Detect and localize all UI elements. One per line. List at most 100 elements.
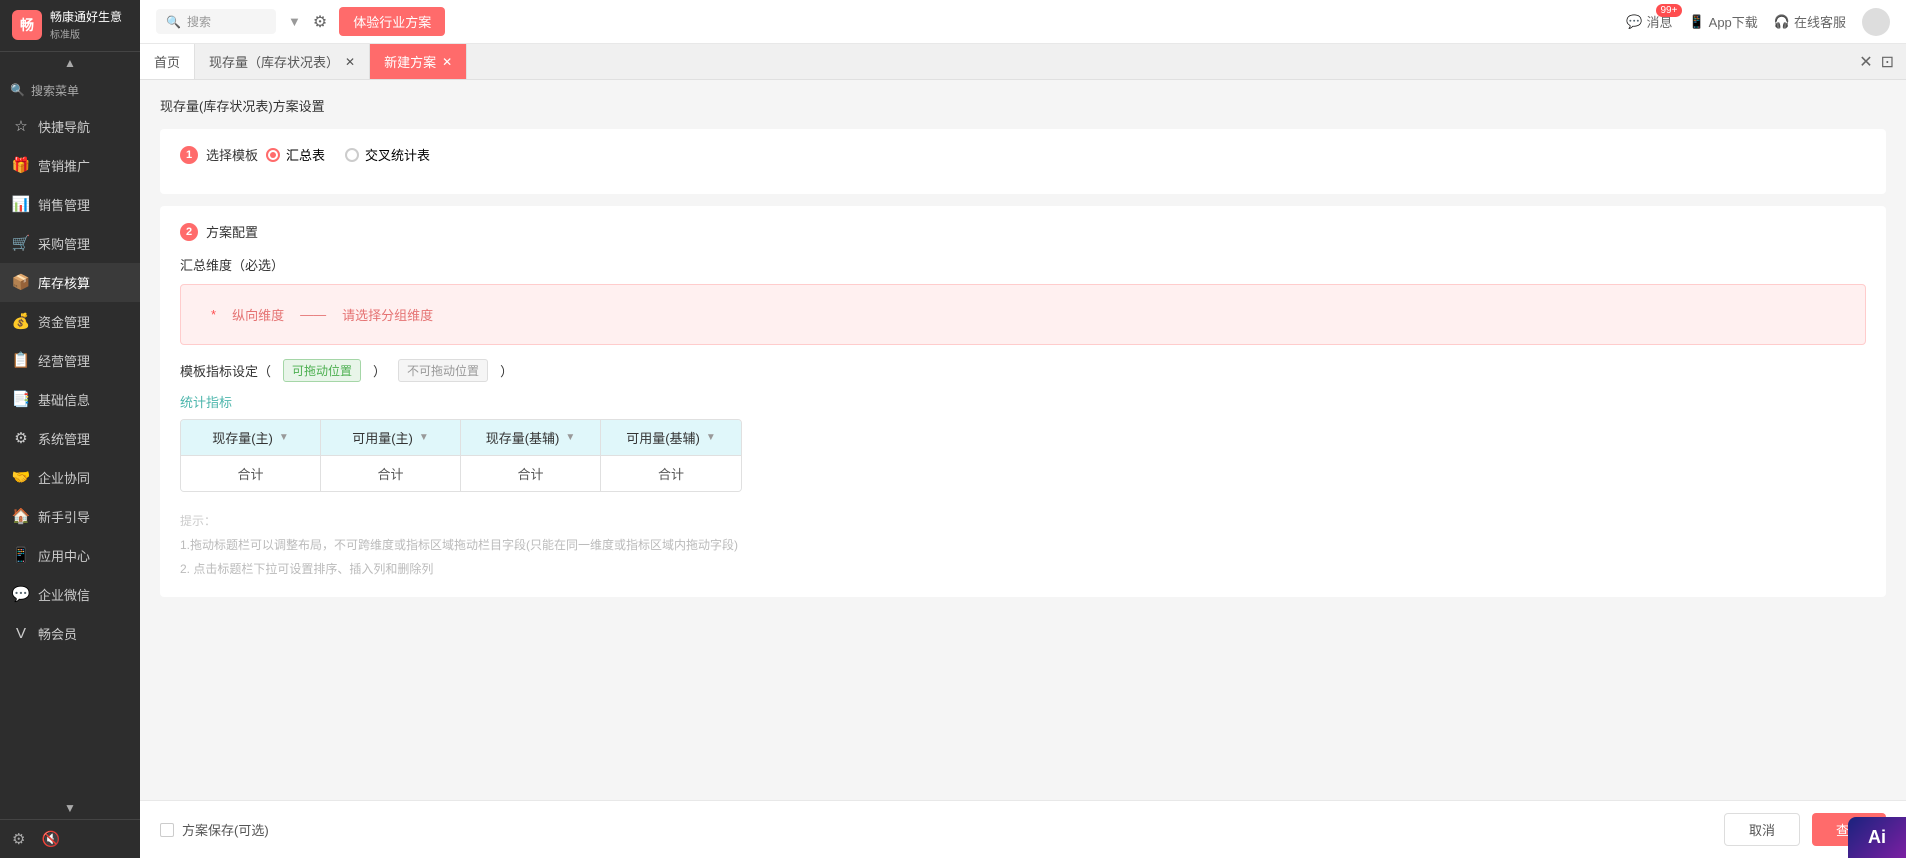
col-available-main-body: 合计 — [321, 456, 460, 491]
marketing-icon: 🎁 — [12, 156, 30, 174]
user-avatar[interactable] — [1862, 8, 1890, 36]
tab-home[interactable]: 首页 — [140, 44, 195, 79]
topbar-gear-icon[interactable]: ⚙ — [313, 12, 327, 32]
sidebar-item-operation[interactable]: 📋 经营管理 — [0, 341, 140, 380]
sidebar-item-basic-info[interactable]: 📑 基础信息 — [0, 380, 140, 419]
col-present-aux-header[interactable]: 现存量(基辅) ▼ — [461, 420, 600, 456]
tabbar: 首页 现存量（库存状况表） ✕ 新建方案 ✕ ✕ ⊡ — [140, 44, 1906, 80]
scheme-save-checkbox[interactable] — [160, 823, 174, 837]
page-title: 现存量(库存状况表)方案设置 — [160, 96, 1886, 115]
stats-table: 现存量(主) ▼ 合计 可用量(主) ▼ 合计 — [180, 419, 742, 492]
tab-new-scheme[interactable]: 新建方案 ✕ — [370, 44, 467, 79]
app-logo-icon: 畅 — [12, 10, 42, 40]
sidebar-item-system[interactable]: ⚙ 系统管理 — [0, 419, 140, 458]
sidebar-item-newbie[interactable]: 🏠 新手引导 — [0, 497, 140, 536]
col-present-aux-chevron[interactable]: ▼ — [565, 432, 575, 443]
dim-separator: —— — [300, 307, 326, 322]
operation-icon: 📋 — [12, 351, 30, 369]
section1-header: 1 选择模板 汇总表 交叉统计表 — [180, 145, 1866, 164]
sidebar-scroll-up[interactable]: ▲ — [0, 52, 140, 74]
sidebar-item-label: 企业微信 — [38, 585, 90, 604]
sidebar-item-enterprise[interactable]: 🤝 企业协同 — [0, 458, 140, 497]
col-present-main-label: 现存量(主) — [212, 428, 273, 447]
settings-icon[interactable]: ⚙ — [12, 830, 25, 848]
sidebar-item-app-center[interactable]: 📱 应用中心 — [0, 536, 140, 575]
col-present-main-header[interactable]: 现存量(主) ▼ — [181, 420, 320, 456]
topbar-app-download[interactable]: 📱 App下载 — [1688, 12, 1757, 31]
quick-nav-icon: ☆ — [12, 117, 30, 135]
sidebar-item-enterprise-wechat[interactable]: 💬 企业微信 — [0, 575, 140, 614]
section2-header: 2 方案配置 — [180, 222, 1866, 241]
section1-number: 1 — [180, 146, 198, 164]
close-tab-icon[interactable]: ✕ — [1859, 52, 1872, 72]
col-present-main[interactable]: 现存量(主) ▼ 合计 — [181, 420, 321, 491]
tips-section: 提示： 1.拖动标题栏可以调整布局，不可跨维度或指标区域拖动栏目字段(只能在同一… — [180, 509, 1866, 581]
sidebar-item-label: 营销推广 — [38, 156, 90, 175]
basic-info-icon: 📑 — [12, 390, 30, 408]
topbar-search-box[interactable]: 🔍 搜索 — [156, 9, 276, 34]
col-present-main-body: 合计 — [181, 456, 320, 491]
sidebar-item-marketing[interactable]: 🎁 营销推广 — [0, 146, 140, 185]
scheme-save-label: 方案保存(可选) — [182, 820, 269, 839]
sidebar-item-purchase[interactable]: 🛒 采购管理 — [0, 224, 140, 263]
col-available-aux[interactable]: 可用量(基辅) ▼ 合计 — [601, 420, 741, 491]
required-mark: * — [211, 307, 216, 322]
sidebar-item-label: 新手引导 — [38, 507, 90, 526]
tab-inventory-status[interactable]: 现存量（库存状况表） ✕ — [195, 44, 370, 79]
online-service-label: 在线客服 — [1794, 12, 1846, 31]
new-scheme-tab-close-icon[interactable]: ✕ — [442, 55, 452, 69]
sidebar-item-inventory[interactable]: 📦 库存核算 — [0, 263, 140, 302]
cancel-button[interactable]: 取消 — [1724, 813, 1800, 846]
dim-placeholder: 请选择分组维度 — [342, 305, 433, 324]
sidebar-bottom: ⚙ 🔇 — [0, 819, 140, 858]
sidebar-item-label: 快捷导航 — [38, 117, 90, 136]
indicator-setting-mid: ） — [373, 361, 386, 380]
sidebar-item-label: 采购管理 — [38, 234, 90, 253]
sidebar-item-label: 企业协同 — [38, 468, 90, 487]
col-available-aux-chevron[interactable]: ▼ — [706, 432, 716, 443]
sidebar-item-sales[interactable]: 📊 销售管理 — [0, 185, 140, 224]
stats-section-title: 统计指标 — [180, 392, 1866, 411]
summary-dim-label: 汇总维度（必选） — [180, 255, 1866, 274]
sound-icon[interactable]: 🔇 — [41, 830, 60, 848]
industry-scheme-button[interactable]: 体验行业方案 — [339, 7, 445, 36]
col-available-aux-header[interactable]: 可用量(基辅) ▼ — [601, 420, 741, 456]
tips-title: 提示： — [180, 514, 216, 528]
sidebar-search[interactable]: 🔍 搜索菜单 — [0, 74, 140, 107]
sidebar-item-quick-nav[interactable]: ☆ 快捷导航 — [0, 107, 140, 146]
service-icon: 🎧 — [1774, 14, 1790, 30]
sales-icon: 📊 — [12, 195, 30, 213]
sidebar-item-label: 资金管理 — [38, 312, 90, 331]
col-available-main-label: 可用量(主) — [352, 428, 413, 447]
inventory-status-tab-close-icon[interactable]: ✕ — [345, 55, 355, 69]
ai-float-button[interactable]: Ai — [1848, 817, 1906, 858]
search-icon: 🔍 — [10, 83, 25, 97]
section2-number: 2 — [180, 223, 198, 241]
scheme-config-body: 汇总维度（必选） * 纵向维度 —— 请选择分组维度 模板指标设定（ 可拖动位置… — [180, 255, 1866, 581]
message-badge: 99+ — [1656, 4, 1683, 17]
sidebar-item-label: 畅会员 — [38, 624, 77, 643]
new-scheme-tab-label: 新建方案 — [384, 52, 436, 71]
topbar-dropdown-icon[interactable]: ▼ — [288, 14, 301, 29]
col-present-main-chevron[interactable]: ▼ — [279, 432, 289, 443]
page-content: 现存量(库存状况表)方案设置 1 选择模板 汇总表 交叉统计表 — [140, 80, 1906, 800]
finance-icon: 💰 — [12, 312, 30, 330]
dimension-selection-box[interactable]: * 纵向维度 —— 请选择分组维度 — [180, 284, 1866, 345]
col-available-main-header[interactable]: 可用量(主) ▼ — [321, 420, 460, 456]
expand-icon[interactable]: ⊡ — [1881, 52, 1894, 72]
col-available-main[interactable]: 可用量(主) ▼ 合计 — [321, 420, 461, 491]
cross-radio-circle[interactable] — [345, 148, 359, 162]
tab-expand-controls: ✕ ⊡ — [1847, 52, 1906, 72]
col-present-aux[interactable]: 现存量(基辅) ▼ 合计 — [461, 420, 601, 491]
summary-radio-circle[interactable] — [266, 148, 280, 162]
sidebar-item-finance[interactable]: 💰 资金管理 — [0, 302, 140, 341]
sidebar-item-member[interactable]: V 畅会员 — [0, 614, 140, 653]
template-cross-radio[interactable]: 交叉统计表 — [345, 145, 430, 164]
template-summary-radio[interactable]: 汇总表 — [266, 145, 325, 164]
topbar-online-service[interactable]: 🎧 在线客服 — [1774, 12, 1846, 31]
sidebar-scroll-down[interactable]: ▼ — [0, 797, 140, 819]
sidebar-item-label: 基础信息 — [38, 390, 90, 409]
purchase-icon: 🛒 — [12, 234, 30, 252]
col-available-main-chevron[interactable]: ▼ — [419, 432, 429, 443]
topbar-message[interactable]: 💬 消息 99+ — [1626, 12, 1672, 31]
